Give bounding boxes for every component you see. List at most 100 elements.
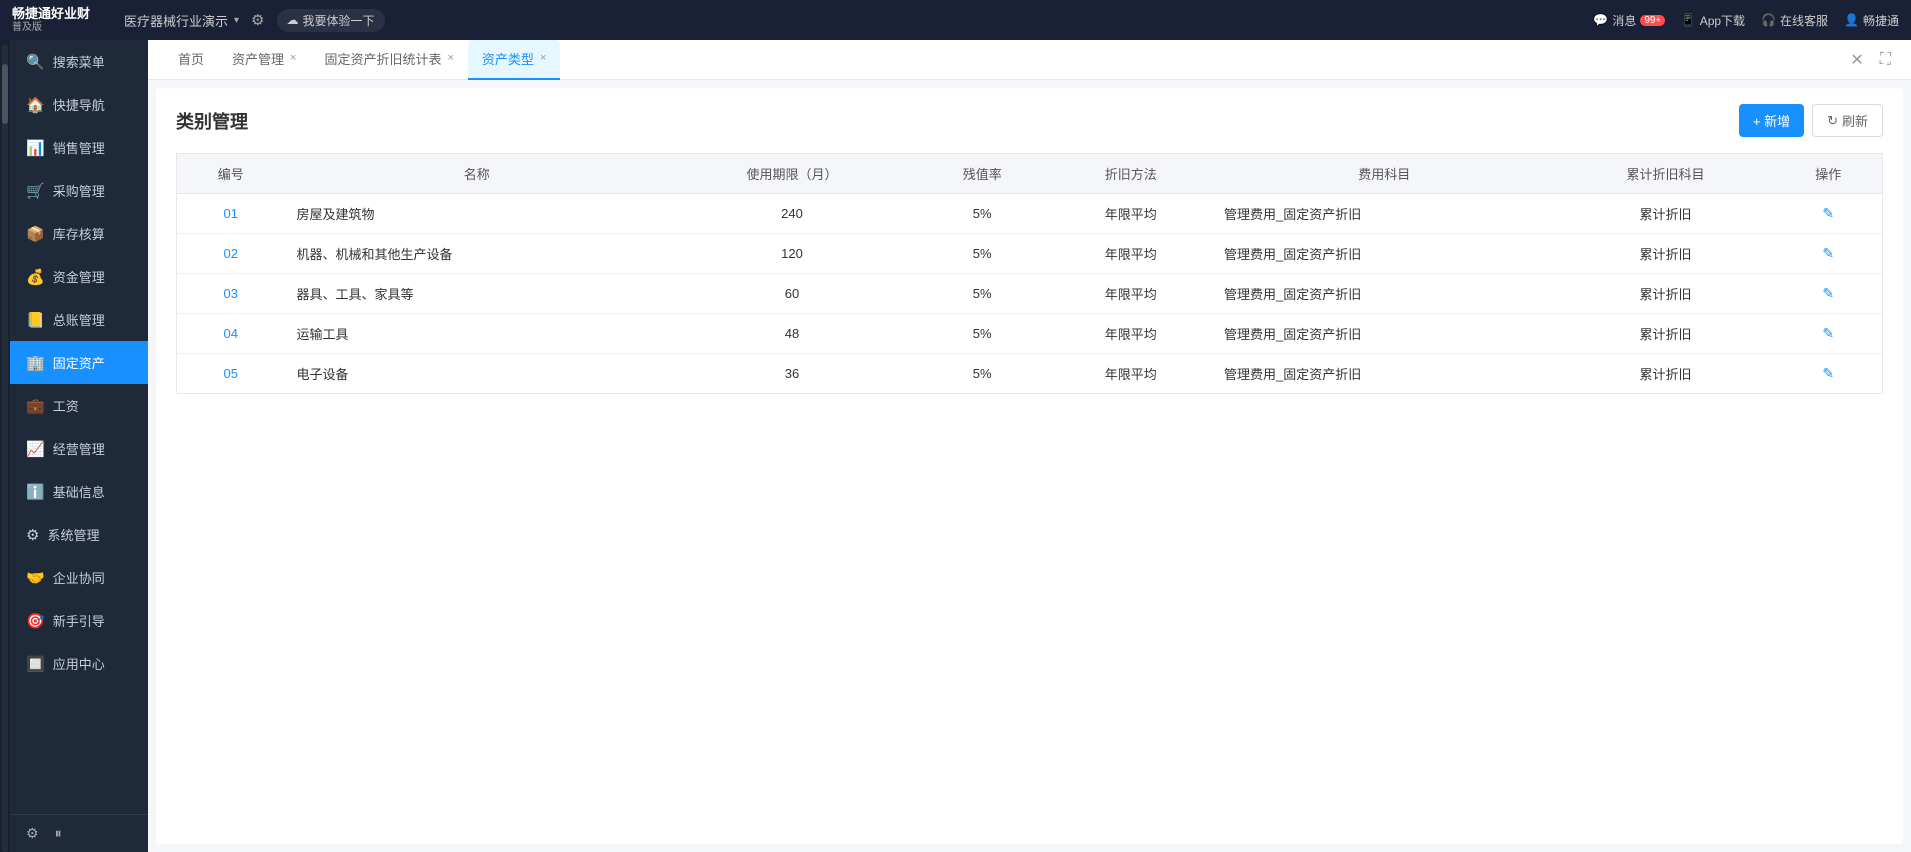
cell-residual: 5% xyxy=(915,274,1050,314)
edit-icon[interactable]: ✎ xyxy=(1822,245,1834,261)
sidebar-item-basic-info[interactable]: ℹ️ 基础信息 xyxy=(10,470,148,513)
topbar-right: 💬 消息 99+ 📱 App下载 🎧 在线客服 👤 畅捷通 xyxy=(1593,12,1899,29)
sidebar-label-inventory: 库存核算 xyxy=(53,224,105,243)
user-profile-button[interactable]: 👤 畅捷通 xyxy=(1844,12,1899,29)
cell-id[interactable]: 01 xyxy=(177,194,285,234)
sidebar-item-sales[interactable]: 📊 销售管理 xyxy=(10,126,148,169)
tab-asset-mgmt[interactable]: 资产管理 × xyxy=(218,40,310,80)
refresh-button[interactable]: ↻ 刷新 xyxy=(1812,104,1883,137)
sidebar-label-salary: 工资 xyxy=(53,396,79,415)
sidebar: 🔍 搜索菜单 🏠 快捷导航 📊 销售管理 🛒 采购管理 📦 库存核算 💰 xyxy=(10,40,148,852)
cell-action[interactable]: ✎ xyxy=(1774,274,1882,314)
sidebar-item-purchase[interactable]: 🛒 采购管理 xyxy=(10,169,148,212)
cell-action[interactable]: ✎ xyxy=(1774,314,1882,354)
logo-sub-text: 普及版 xyxy=(12,22,112,34)
cell-name: 房屋及建筑物 xyxy=(284,194,669,234)
page-header: 类别管理 + 新增 ↻ 刷新 xyxy=(176,104,1883,137)
settings-bottom-icon[interactable]: ⚙ xyxy=(26,825,39,842)
sidebar-label-search: 搜索菜单 xyxy=(53,52,105,71)
close-window-icon[interactable]: ✕ xyxy=(1846,46,1867,74)
refresh-icon: ↻ xyxy=(1827,113,1838,129)
sidebar-item-inventory[interactable]: 📦 库存核算 xyxy=(10,212,148,255)
chart-icon: 📊 xyxy=(26,139,45,157)
system-gear-icon: ⚙ xyxy=(26,526,39,544)
sidebar-item-enterprise[interactable]: 🤝 企业协同 xyxy=(10,556,148,599)
trending-icon: 📈 xyxy=(26,440,45,458)
row-id-link[interactable]: 02 xyxy=(223,246,237,261)
cell-action[interactable]: ✎ xyxy=(1774,194,1882,234)
sidebar-item-guide[interactable]: 🎯 新手引导 xyxy=(10,599,148,642)
cell-expense: 管理费用_固定资产折旧 xyxy=(1212,314,1557,354)
add-button[interactable]: + 新增 xyxy=(1739,104,1804,137)
page-actions: + 新增 ↻ 刷新 xyxy=(1739,104,1883,137)
row-id-link[interactable]: 01 xyxy=(223,206,237,221)
sidebar-item-app-center[interactable]: 🔲 应用中心 xyxy=(10,642,148,685)
customer-service-label: 在线客服 xyxy=(1780,12,1828,29)
project-name: 医疗器械行业演示 xyxy=(124,11,228,30)
cell-accumulated: 累计折旧 xyxy=(1557,314,1775,354)
cell-id[interactable]: 05 xyxy=(177,354,285,394)
home-icon: 🏠 xyxy=(26,96,45,114)
cell-period: 36 xyxy=(669,354,915,394)
cell-action[interactable]: ✎ xyxy=(1774,354,1882,394)
tab-asset-mgmt-close[interactable]: × xyxy=(290,53,296,64)
edit-icon[interactable]: ✎ xyxy=(1822,365,1834,381)
tab-asset-type[interactable]: 资产类型 × xyxy=(468,40,560,80)
grid-icon: 🔲 xyxy=(26,655,45,673)
edit-icon[interactable]: ✎ xyxy=(1822,285,1834,301)
sidebar-label-business: 经营管理 xyxy=(53,439,105,458)
settings-icon[interactable]: ⚙ xyxy=(251,11,264,29)
target-icon: 🎯 xyxy=(26,612,45,630)
tab-home-label: 首页 xyxy=(178,49,204,68)
tab-depreciation-label: 固定资产折旧统计表 xyxy=(324,49,441,68)
messages-button[interactable]: 💬 消息 99+ xyxy=(1593,12,1664,29)
tab-home[interactable]: 首页 xyxy=(164,40,218,80)
app-logo: 畅捷通好业财 普及版 xyxy=(12,6,112,34)
content-area: 首页 资产管理 × 固定资产折旧统计表 × 资产类型 × ✕ ⛶ 类 xyxy=(148,40,1911,852)
sidebar-item-search[interactable]: 🔍 搜索菜单 xyxy=(10,40,148,83)
collapse-icon[interactable]: ⏸ xyxy=(55,825,62,842)
table-row: 02机器、机械和其他生产设备1205%年限平均管理费用_固定资产折旧累计折旧✎ xyxy=(177,234,1883,274)
sidebar-label-sales: 销售管理 xyxy=(53,138,105,157)
sidebar-item-salary[interactable]: 💼 工资 xyxy=(10,384,148,427)
tab-asset-type-label: 资产类型 xyxy=(482,49,534,68)
sidebar-item-business[interactable]: 📈 经营管理 xyxy=(10,427,148,470)
tab-depreciation-report[interactable]: 固定资产折旧统计表 × xyxy=(310,40,467,80)
sidebar-label-fixed-assets: 固定资产 xyxy=(53,353,105,372)
row-id-link[interactable]: 05 xyxy=(223,366,237,381)
experience-button[interactable]: ☁ 我要体验一下 xyxy=(277,9,385,32)
cell-id[interactable]: 02 xyxy=(177,234,285,274)
edit-icon[interactable]: ✎ xyxy=(1822,205,1834,221)
sidebar-item-fixed-assets[interactable]: 🏢 固定资产 xyxy=(10,341,148,384)
edit-icon[interactable]: ✎ xyxy=(1822,325,1834,341)
cell-method: 年限平均 xyxy=(1050,354,1212,394)
cell-id[interactable]: 04 xyxy=(177,314,285,354)
row-id-link[interactable]: 04 xyxy=(223,326,237,341)
sidebar-item-quicknav[interactable]: 🏠 快捷导航 xyxy=(10,83,148,126)
tab-asset-type-close[interactable]: × xyxy=(540,53,546,64)
cell-id[interactable]: 03 xyxy=(177,274,285,314)
category-table: 编号 名称 使用期限（月） 残值率 折旧方法 费用科目 累计折旧科目 操作 01… xyxy=(176,153,1883,394)
col-residual: 残值率 xyxy=(915,154,1050,194)
table-row: 04运输工具485%年限平均管理费用_固定资产折旧累计折旧✎ xyxy=(177,314,1883,354)
col-action: 操作 xyxy=(1774,154,1882,194)
cell-period: 240 xyxy=(669,194,915,234)
customer-service-button[interactable]: 🎧 在线客服 xyxy=(1761,12,1828,29)
cell-action[interactable]: ✎ xyxy=(1774,234,1882,274)
sidebar-item-funds[interactable]: 💰 资金管理 xyxy=(10,255,148,298)
cell-name: 器具、工具、家具等 xyxy=(284,274,669,314)
sidebar-label-app-center: 应用中心 xyxy=(53,654,105,673)
sidebar-item-ledger[interactable]: 📒 总账管理 xyxy=(10,298,148,341)
sidebar-item-system[interactable]: ⚙ 系统管理 xyxy=(10,513,148,556)
tab-depreciation-close[interactable]: × xyxy=(447,53,453,64)
table-header: 编号 名称 使用期限（月） 残值率 折旧方法 费用科目 累计折旧科目 操作 xyxy=(177,154,1883,194)
cell-accumulated: 累计折旧 xyxy=(1557,354,1775,394)
expand-icon[interactable]: ⛶ xyxy=(1876,47,1895,73)
message-icon: 💬 xyxy=(1593,13,1608,27)
project-selector[interactable]: 医疗器械行业演示 ▾ xyxy=(124,11,239,30)
mobile-icon: 📱 xyxy=(1681,13,1696,27)
cell-name: 机器、机械和其他生产设备 xyxy=(284,234,669,274)
col-period: 使用期限（月） xyxy=(669,154,915,194)
row-id-link[interactable]: 03 xyxy=(223,286,237,301)
app-download-button[interactable]: 📱 App下载 xyxy=(1681,12,1745,29)
